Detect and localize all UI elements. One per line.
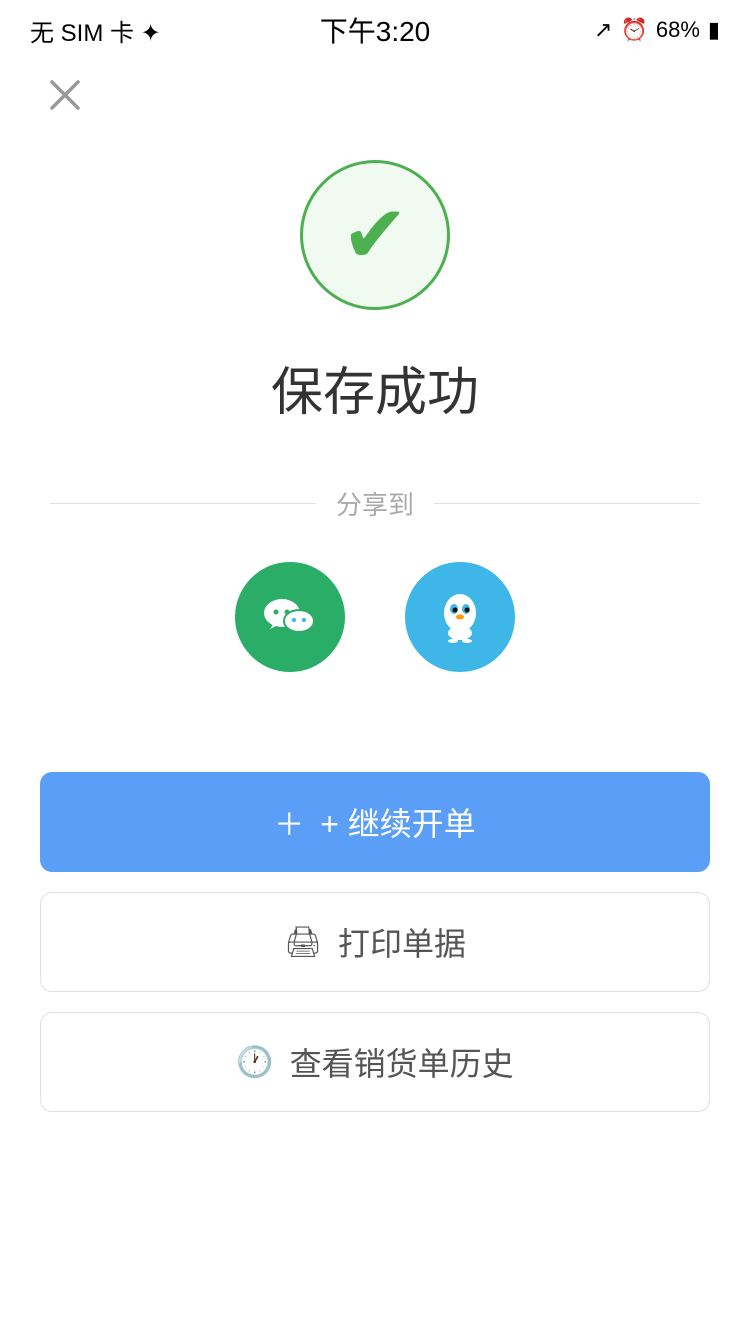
- print-label: 打印单据: [338, 919, 466, 965]
- battery-text: 68%: [656, 17, 700, 43]
- success-circle: ✔: [300, 160, 450, 310]
- close-button[interactable]: [40, 70, 90, 120]
- status-left: 无 SIM 卡 ✦: [30, 13, 161, 48]
- share-divider: 分享到: [0, 485, 750, 522]
- print-button[interactable]: 🖨 打印单据: [40, 892, 710, 992]
- alarm-icon: ⏰: [620, 17, 647, 43]
- continue-label: + 继续开单: [320, 799, 476, 845]
- qq-icon: [428, 585, 493, 650]
- no-sim-text: 无 SIM 卡 ✦: [30, 13, 161, 48]
- plus-icon: ＋: [274, 800, 304, 844]
- status-right: ↗ ⏰ 68% ▮: [594, 17, 720, 43]
- status-time: 下午3:20: [320, 10, 431, 50]
- success-title: 保存成功: [271, 350, 479, 425]
- close-icon: [47, 77, 83, 113]
- history-label: 查看销货单历史: [290, 1039, 514, 1085]
- status-bar: 无 SIM 卡 ✦ 下午3:20 ↗ ⏰ 68% ▮: [0, 0, 750, 60]
- check-icon: ✔: [341, 195, 408, 275]
- battery-icon: ▮: [708, 17, 720, 43]
- divider-right: [434, 503, 700, 504]
- share-icons: [235, 562, 515, 672]
- print-icon: 🖨: [284, 925, 322, 960]
- continue-button[interactable]: ＋ + 继续开单: [40, 772, 710, 872]
- qq-share-button[interactable]: [405, 562, 515, 672]
- divider-left: [50, 503, 316, 504]
- history-button[interactable]: 🕐 查看销货单历史: [40, 1012, 710, 1112]
- clock-icon: 🕐: [236, 1045, 273, 1080]
- location-icon: ↗: [594, 17, 612, 43]
- action-buttons: ＋ + 继续开单 🖨 打印单据 🕐 查看销货单历史: [0, 772, 750, 1112]
- wechat-icon: [258, 585, 323, 650]
- share-label: 分享到: [316, 485, 434, 522]
- share-section: 分享到: [0, 485, 750, 732]
- wechat-share-button[interactable]: [235, 562, 345, 672]
- main-content: ✔ 保存成功 分享到: [0, 60, 750, 1112]
